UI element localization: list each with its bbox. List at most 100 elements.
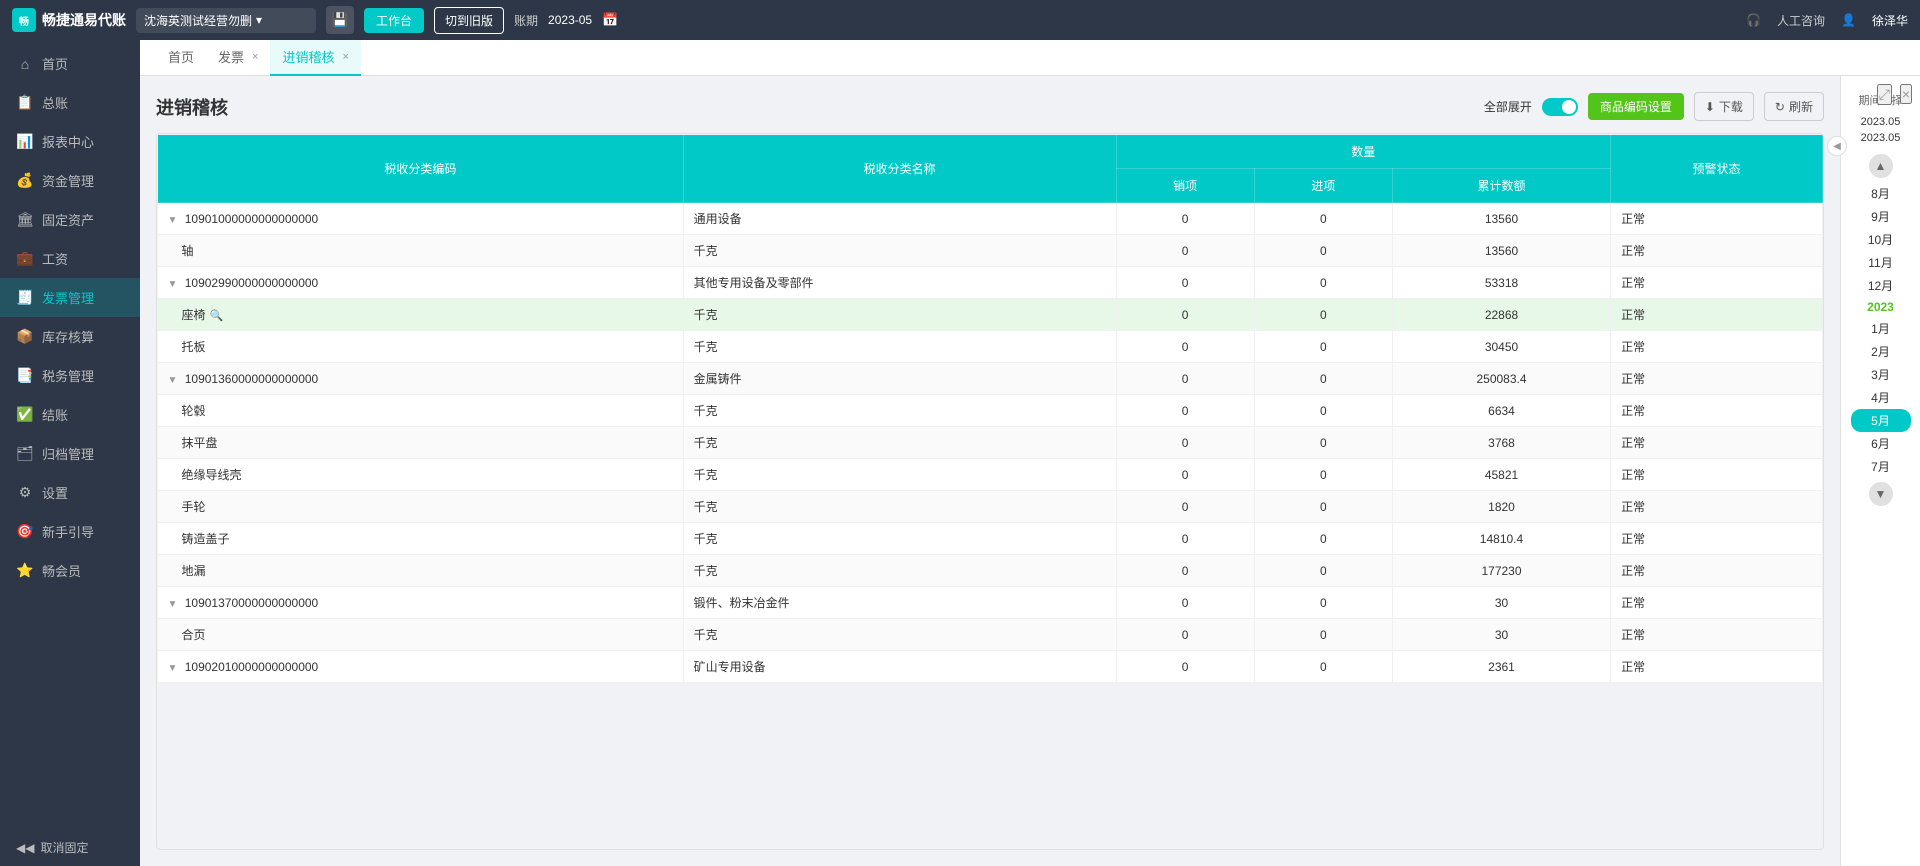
table-row[interactable]: 轴 千克 0 0 13560 正常 bbox=[158, 235, 1823, 267]
cell-status: 正常 bbox=[1611, 267, 1823, 299]
support-label[interactable]: 人工咨询 bbox=[1777, 12, 1825, 29]
period-month-item[interactable]: 4月 bbox=[1851, 386, 1911, 409]
period-month-item[interactable]: 7月 bbox=[1851, 455, 1911, 478]
table-row[interactable]: 铸造盖子 千克 0 0 14810.4 正常 bbox=[158, 523, 1823, 555]
period-month-item[interactable]: 6月 bbox=[1851, 432, 1911, 455]
cell-code: ▼ 10901000000000000000 bbox=[158, 203, 684, 235]
save-button[interactable]: 💾 bbox=[326, 6, 354, 34]
period-month-item[interactable]: 10月 bbox=[1851, 228, 1911, 251]
cell-total: 6634 bbox=[1392, 395, 1610, 427]
user-name[interactable]: 徐泽华 bbox=[1872, 12, 1908, 29]
table-row[interactable]: ▼ 10901360000000000000 金属铸件 0 0 250083.4… bbox=[158, 363, 1823, 395]
cell-status: 正常 bbox=[1611, 395, 1823, 427]
expand-toggle[interactable] bbox=[1542, 98, 1578, 116]
unpin-button[interactable]: ◀◀ 取消固定 bbox=[0, 829, 140, 866]
product-code-button[interactable]: 商品编码设置 bbox=[1588, 93, 1684, 120]
cell-sales: 0 bbox=[1116, 619, 1254, 651]
settings-icon: ⚙ bbox=[16, 484, 34, 501]
workbench-button[interactable]: 工作台 bbox=[364, 8, 424, 33]
sidebar-item-invoice[interactable]: 🧾 发票管理 bbox=[0, 278, 140, 317]
table-row[interactable]: 轮毂 千克 0 0 6634 正常 bbox=[158, 395, 1823, 427]
period-month-item[interactable]: 2023 bbox=[1851, 297, 1911, 317]
period-month-item[interactable]: 3月 bbox=[1851, 363, 1911, 386]
period-month-item[interactable]: 5月 bbox=[1851, 409, 1911, 432]
table-row[interactable]: 绝缘导线壳 千克 0 0 45821 正常 bbox=[158, 459, 1823, 491]
table-row[interactable]: ▼ 10902990000000000000 其他专用设备及零部件 0 0 53… bbox=[158, 267, 1823, 299]
tab-reconciliation-close[interactable]: × bbox=[342, 51, 348, 63]
sidebar-item-settle[interactable]: ✅ 结账 bbox=[0, 395, 140, 434]
tab-invoice[interactable]: 发票 × bbox=[206, 40, 270, 76]
company-selector[interactable]: 沈海英测试经营勿删 ▾ bbox=[136, 8, 316, 33]
scroll-up-button[interactable]: ▲ bbox=[1869, 154, 1893, 178]
sidebar-item-home[interactable]: ⌂ 首页 bbox=[0, 44, 140, 83]
cell-purchase: 0 bbox=[1254, 651, 1392, 683]
cell-purchase: 0 bbox=[1254, 427, 1392, 459]
table-row[interactable]: ▼ 10901370000000000000 锻件、粉末冶金件 0 0 30 正… bbox=[158, 587, 1823, 619]
cell-purchase: 0 bbox=[1254, 491, 1392, 523]
cell-name: 千克 bbox=[683, 523, 1116, 555]
collapse-icon[interactable]: ▼ bbox=[168, 599, 178, 610]
collapse-icon[interactable]: ▼ bbox=[168, 375, 178, 386]
panel-close-button[interactable]: × bbox=[1900, 84, 1912, 104]
reconciliation-table: 税收分类编码 税收分类名称 数量 预警状态 销项 进项 累计数额 bbox=[157, 134, 1823, 683]
refresh-button[interactable]: ↻ 刷新 bbox=[1764, 92, 1824, 121]
sidebar-item-member[interactable]: ⭐ 畅会员 bbox=[0, 551, 140, 590]
period-month-item[interactable]: 2月 bbox=[1851, 340, 1911, 363]
table-row[interactable]: 托板 千克 0 0 30450 正常 bbox=[158, 331, 1823, 363]
period-month-item[interactable]: 11月 bbox=[1851, 251, 1911, 274]
period-month-item[interactable]: 1月 bbox=[1851, 317, 1911, 340]
collapse-icon[interactable]: ▼ bbox=[168, 215, 178, 226]
search-icon[interactable]: 🔍 bbox=[210, 310, 224, 322]
calendar-icon[interactable]: 📅 bbox=[602, 12, 618, 28]
cell-purchase: 0 bbox=[1254, 555, 1392, 587]
sidebar-item-guide[interactable]: 🎯 新手引导 bbox=[0, 512, 140, 551]
cell-total: 250083.4 bbox=[1392, 363, 1610, 395]
collapse-icon[interactable]: ▼ bbox=[168, 663, 178, 674]
cell-total: 30450 bbox=[1392, 331, 1610, 363]
tab-reconciliation[interactable]: 进销稽核 × bbox=[270, 40, 360, 76]
sidebar-item-archive[interactable]: 🗂 归档管理 bbox=[0, 434, 140, 473]
period-month-item[interactable]: 9月 bbox=[1851, 205, 1911, 228]
period-month-item[interactable]: 8月 bbox=[1851, 182, 1911, 205]
inventory-icon: 📦 bbox=[16, 328, 34, 345]
cell-sales: 0 bbox=[1116, 235, 1254, 267]
cell-code: 手轮 bbox=[158, 491, 684, 523]
tab-invoice-close[interactable]: × bbox=[252, 51, 258, 63]
th-total: 累计数额 bbox=[1392, 169, 1610, 203]
cell-code: ▼ 10902990000000000000 bbox=[158, 267, 684, 299]
scroll-down-button[interactable]: ▼ bbox=[1869, 482, 1893, 506]
th-tax-name: 税收分类名称 bbox=[683, 135, 1116, 203]
sidebar-item-funds[interactable]: 💰 资金管理 bbox=[0, 161, 140, 200]
sidebar-item-inventory[interactable]: 📦 库存核算 bbox=[0, 317, 140, 356]
sidebar: ⌂ 首页 📋 总账 📊 报表中心 💰 资金管理 🏛 固定资产 💼 工资 bbox=[0, 40, 140, 866]
sidebar-item-tax[interactable]: 📑 税务管理 bbox=[0, 356, 140, 395]
table-row[interactable]: 地漏 千克 0 0 177230 正常 bbox=[158, 555, 1823, 587]
table-row[interactable]: 合页 千克 0 0 30 正常 bbox=[158, 619, 1823, 651]
download-button[interactable]: ⬇ 下载 bbox=[1694, 92, 1754, 121]
sidebar-item-settings[interactable]: ⚙ 设置 bbox=[0, 473, 140, 512]
sidebar-item-assets[interactable]: 🏛 固定资产 bbox=[0, 200, 140, 239]
table-row[interactable]: ▼ 10902010000000000000 矿山专用设备 0 0 2361 正… bbox=[158, 651, 1823, 683]
collapse-icon[interactable]: ▼ bbox=[168, 279, 178, 290]
cell-sales: 0 bbox=[1116, 203, 1254, 235]
right-panel: ⤢ × ◀ 期间选择 2023.05 2023.05 ▲ 8月9月10月11月1… bbox=[1840, 76, 1920, 866]
tab-home[interactable]: 首页 bbox=[156, 40, 206, 76]
sidebar-item-ledger[interactable]: 📋 总账 bbox=[0, 83, 140, 122]
switch-old-button[interactable]: 切到旧版 bbox=[434, 7, 504, 34]
cell-total: 45821 bbox=[1392, 459, 1610, 491]
period-year-2: 2023.05 bbox=[1855, 130, 1907, 146]
table-row[interactable]: ▼ 10901000000000000000 通用设备 0 0 13560 正常 bbox=[158, 203, 1823, 235]
table-row[interactable]: 手轮 千克 0 0 1820 正常 bbox=[158, 491, 1823, 523]
sidebar-item-salary[interactable]: 💼 工资 bbox=[0, 239, 140, 278]
period-month-item[interactable]: 12月 bbox=[1851, 274, 1911, 297]
table-row[interactable]: 座椅🔍 千克 0 0 22868 正常 bbox=[158, 299, 1823, 331]
panel-collapse-button[interactable]: ◀ bbox=[1827, 136, 1847, 156]
panel-expand-button[interactable]: ⤢ bbox=[1877, 84, 1892, 105]
cell-total: 1820 bbox=[1392, 491, 1610, 523]
sidebar-item-reports[interactable]: 📊 报表中心 bbox=[0, 122, 140, 161]
table-row[interactable]: 抹平盘 千克 0 0 3768 正常 bbox=[158, 427, 1823, 459]
cell-sales: 0 bbox=[1116, 427, 1254, 459]
company-name: 沈海英测试经营勿删 bbox=[144, 12, 252, 29]
cell-name: 其他专用设备及零部件 bbox=[683, 267, 1116, 299]
tab-reconciliation-label: 进销稽核 bbox=[282, 47, 334, 66]
